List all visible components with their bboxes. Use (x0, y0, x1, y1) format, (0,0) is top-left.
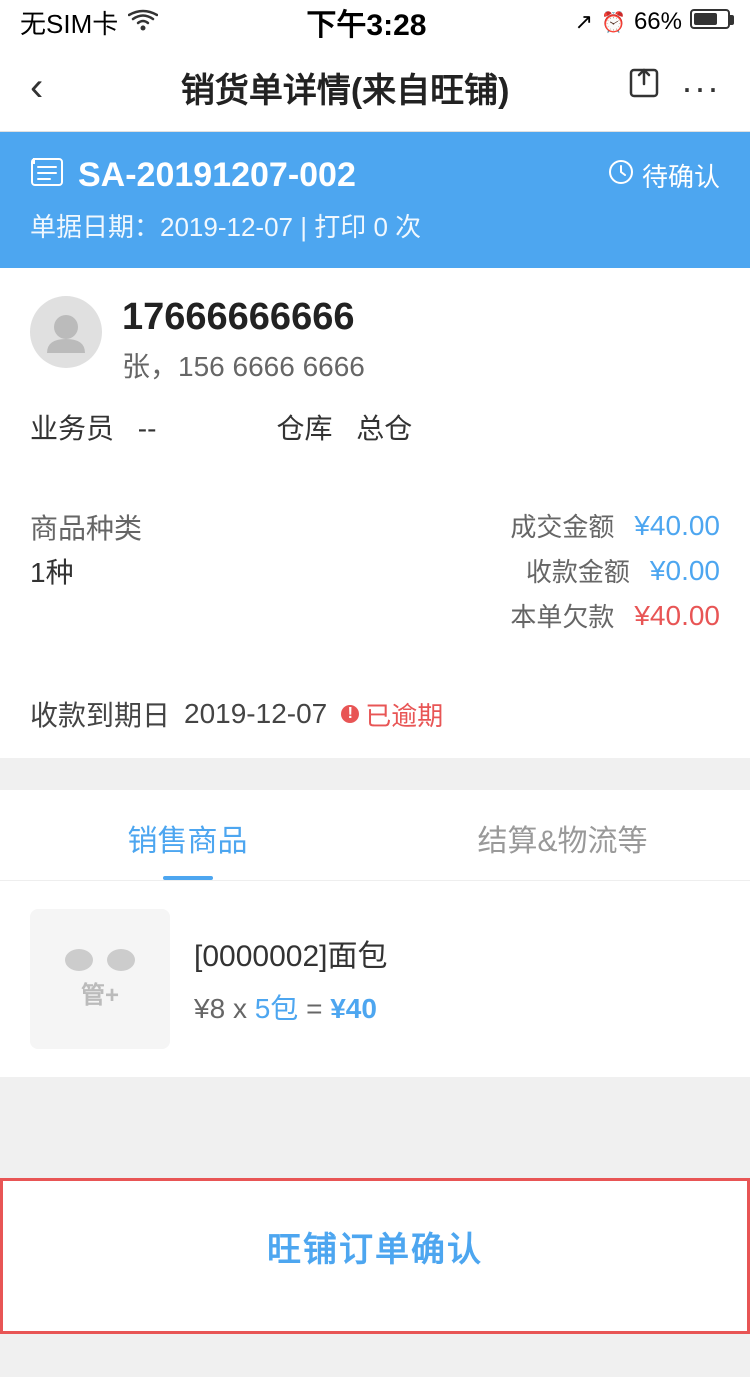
product-logo: 管+ (65, 949, 135, 1010)
customer-phone: 17666666666 (122, 296, 720, 339)
product-thumbnail: 管+ (30, 909, 170, 1049)
product-type-value: 1种 (30, 551, 142, 591)
deal-amount-label: 成交金额 (510, 507, 614, 544)
unit-price: ¥8 (194, 993, 225, 1024)
confirm-button-container: 旺铺订单确认 (0, 1178, 750, 1334)
due-date-value: 2019-12-07 (184, 698, 327, 730)
product-total: ¥40 (330, 993, 377, 1024)
debt-value: ¥40.00 (634, 600, 720, 632)
carrier-text: 无SIM卡 (20, 4, 118, 41)
clock-icon (608, 159, 634, 192)
avatar (30, 296, 102, 368)
tabs: 销售商品 结算&物流等 (0, 790, 750, 881)
brand-text: 管+ (81, 975, 119, 1010)
customer-section: 17666666666 张，156 6666 6666 业务员 -- 仓库 总仓 (0, 268, 750, 475)
due-date-label: 收款到期日 (30, 694, 170, 734)
collected-value: ¥0.00 (650, 555, 720, 587)
warehouse-value: 总仓 (356, 413, 412, 444)
page-title: 销货单详情(来自旺铺) (63, 63, 627, 112)
order-id: SA-20191207-002 (30, 156, 356, 195)
collected-label: 收款金额 (526, 552, 630, 589)
more-button[interactable]: ··· (681, 67, 720, 109)
order-status: 待确认 (608, 157, 720, 194)
salesperson-value: -- (138, 413, 157, 444)
order-header: SA-20191207-002 待确认 单据日期：2019-12-07 | 打印… (0, 132, 750, 268)
battery-percent: 66% (634, 8, 682, 36)
battery-icon (690, 8, 730, 36)
tab-settlement[interactable]: 结算&物流等 (375, 790, 750, 880)
back-button[interactable]: ‹ (30, 65, 43, 110)
customer-name: 张，156 6666 6666 (122, 345, 720, 385)
tab-sales[interactable]: 销售商品 (0, 790, 375, 880)
summary-left: 商品种类 1种 (30, 507, 142, 591)
location-icon: ↗ (575, 9, 593, 35)
order-icon (30, 157, 64, 195)
product-type-label: 商品种类 (30, 507, 142, 547)
product-qty: 5包 (255, 993, 299, 1024)
customer-info: 17666666666 张，156 6666 6666 (122, 296, 720, 391)
eye-left (65, 949, 93, 971)
tabs-section: 销售商品 结算&物流等 (0, 790, 750, 881)
salesperson-field: 业务员 -- (30, 407, 156, 447)
status-bar: 无SIM卡 下午3:28 ↗ ⏰ 66% (0, 0, 750, 44)
confirm-order-button[interactable]: 旺铺订单确认 (33, 1201, 717, 1291)
nav-actions: ··· (627, 66, 720, 109)
product-price: ¥8 x 5包 = ¥40 (194, 987, 720, 1027)
share-button[interactable] (627, 66, 661, 109)
overdue-icon: ! (341, 705, 359, 723)
alarm-icon: ⏰ (601, 10, 626, 35)
eye-right (107, 949, 135, 971)
overdue-badge: ! 已逾期 (341, 696, 443, 733)
salesperson-label: 业务员 (30, 413, 114, 444)
customer-meta: 业务员 -- 仓库 总仓 (30, 407, 720, 447)
debt-row: 本单欠款 ¥40.00 (510, 597, 720, 634)
section-divider (0, 774, 750, 790)
owl-eyes (65, 949, 135, 971)
warehouse-field: 仓库 总仓 (276, 407, 412, 447)
status-left: 无SIM卡 (20, 4, 158, 41)
order-date: 单据日期：2019-12-07 | 打印 0 次 (30, 207, 720, 244)
equals-sign: = (306, 993, 322, 1024)
product-item: 管+ [0000002]面包 ¥8 x 5包 = ¥40 (0, 881, 750, 1077)
summary-section: 商品种类 1种 成交金额 ¥40.00 收款金额 ¥0.00 本单欠款 ¥40.… (0, 475, 750, 670)
status-right: ↗ ⏰ 66% (575, 8, 730, 36)
wifi-icon (128, 7, 158, 38)
due-date-section: 收款到期日 2019-12-07 ! 已逾期 (0, 670, 750, 758)
overdue-text: 已逾期 (365, 696, 443, 733)
deal-amount-row: 成交金额 ¥40.00 (510, 507, 720, 544)
nav-bar: ‹ 销货单详情(来自旺铺) ··· (0, 44, 750, 132)
product-name: [0000002]面包 (194, 931, 720, 975)
debt-label: 本单欠款 (510, 597, 614, 634)
deal-amount-value: ¥40.00 (634, 510, 720, 542)
summary-right: 成交金额 ¥40.00 收款金额 ¥0.00 本单欠款 ¥40.00 (510, 507, 720, 642)
collected-row: 收款金额 ¥0.00 (510, 552, 720, 589)
status-time: 下午3:28 (306, 0, 426, 44)
multiply-sign: x (233, 993, 247, 1024)
warehouse-label: 仓库 (276, 413, 332, 444)
product-info: [0000002]面包 ¥8 x 5包 = ¥40 (194, 931, 720, 1027)
